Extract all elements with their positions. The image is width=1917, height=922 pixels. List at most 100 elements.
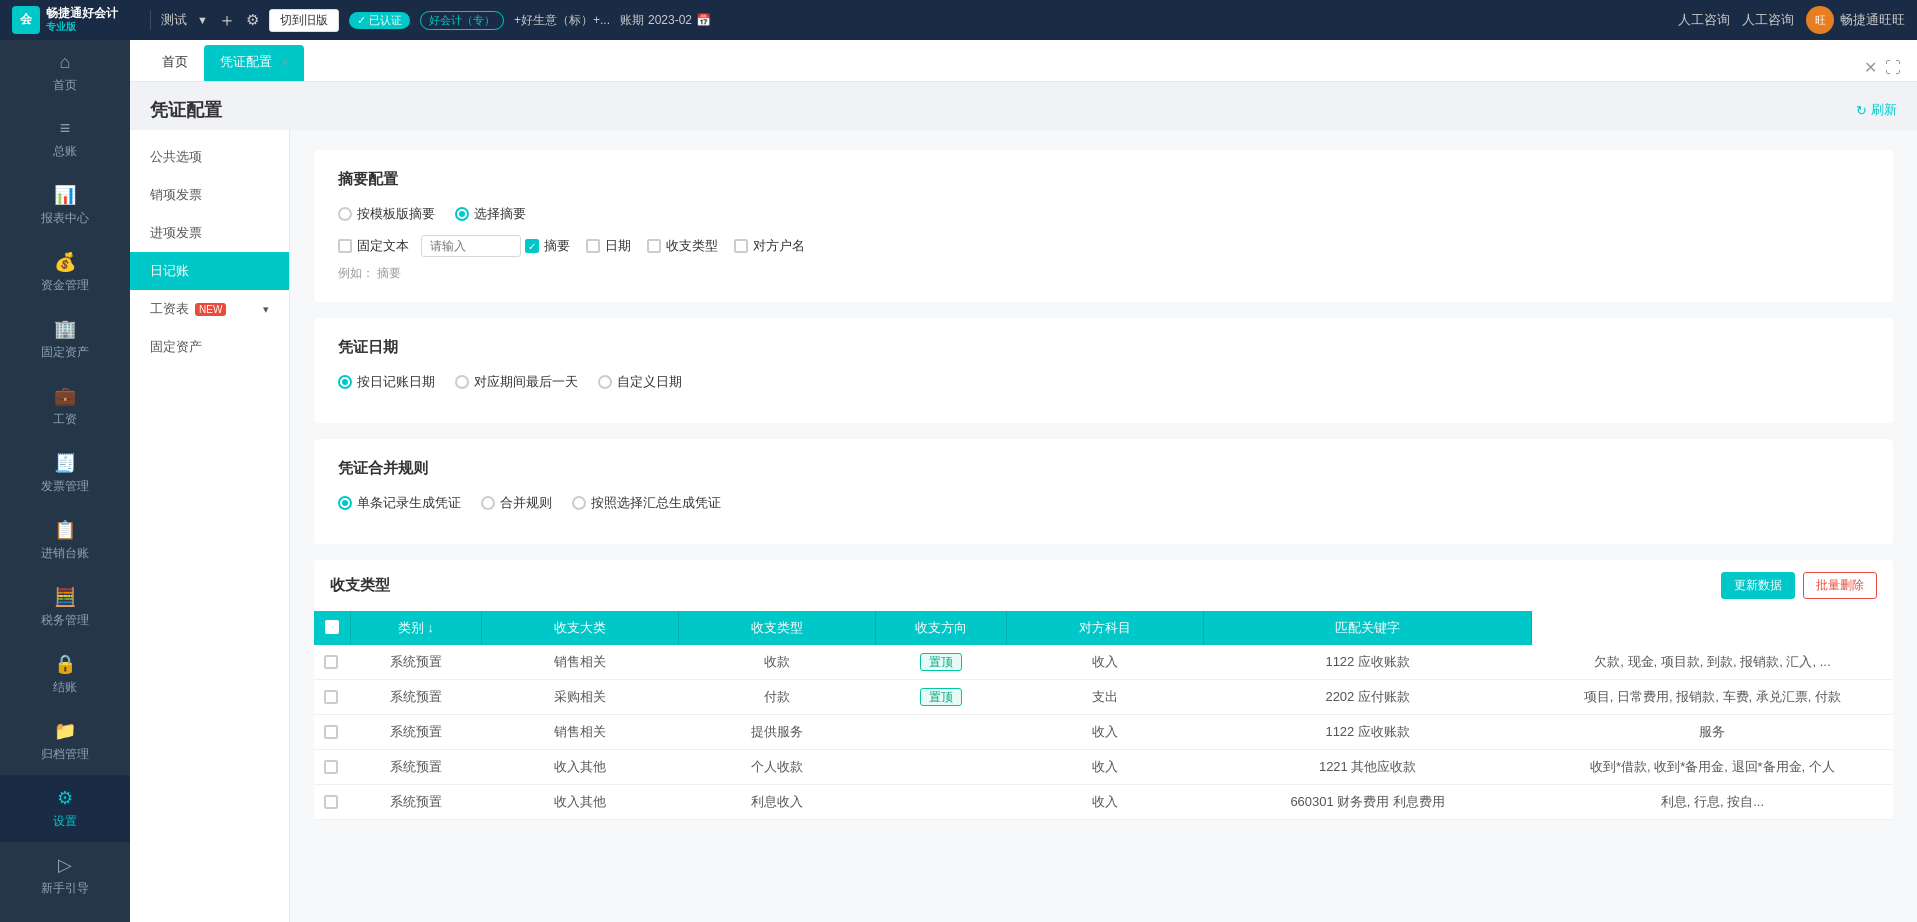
table-row: 系统预置 销售相关 提供服务 收入 1122 应收账款 服务 — [314, 715, 1893, 750]
date-radio-group: 按日记账日期 对应期间最后一天 自定义日期 — [338, 373, 1869, 391]
radio-diary-date-circle — [338, 375, 352, 389]
tax-icon: 🧮 — [54, 586, 76, 608]
checkbox-counterpart[interactable]: 对方户名 — [734, 237, 805, 255]
calendar-icon[interactable]: 📅 — [696, 13, 711, 27]
radio-custom-date[interactable]: 自定义日期 — [598, 373, 682, 391]
radio-summary-gen[interactable]: 按照选择汇总生成凭证 — [572, 494, 721, 512]
sidebar-item-invoice[interactable]: 🧾 发票管理 — [0, 440, 130, 507]
page-title: 凭证配置 — [150, 98, 222, 122]
summary-section-title: 摘要配置 — [338, 170, 1869, 189]
checkbox-pay-type-box — [647, 239, 661, 253]
sub-type-text-0: 收款 — [764, 654, 790, 669]
checkbox-date[interactable]: 日期 — [586, 237, 631, 255]
table-row: 系统预置 采购相关 付款 置顶 支出 2202 应付账款 项目, 日常费用, 报… — [314, 680, 1893, 715]
test-dropdown[interactable]: ▼ — [197, 14, 208, 26]
radio-merge-circle — [481, 496, 495, 510]
sidebar-label-guide: 新手引导 — [41, 880, 89, 897]
sidebar-item-archive[interactable]: 📁 归档管理 — [0, 708, 130, 775]
checkbox-summary[interactable]: ✓ 摘要 — [525, 237, 570, 255]
refresh-button[interactable]: ↻ 刷新 — [1856, 101, 1897, 119]
col-header-category[interactable]: 类别 ↓ — [350, 611, 481, 645]
checkbox-pay-type[interactable]: 收支类型 — [647, 237, 718, 255]
radio-summary-gen-label: 按照选择汇总生成凭证 — [591, 494, 721, 512]
checkbox-fixed-text[interactable] — [338, 239, 352, 253]
row-main-type-1: 采购相关 — [481, 680, 678, 715]
finance-icon: 💰 — [54, 251, 76, 273]
example-text: 例如： 摘要 — [338, 265, 1869, 282]
update-data-button[interactable]: 更新数据 — [1721, 572, 1795, 599]
table-select-all[interactable] — [325, 620, 339, 634]
tab-voucher-config[interactable]: 凭证配置 × — [204, 45, 304, 81]
sidebar-item-member[interactable]: ★ 畅会员 — [0, 909, 130, 922]
radio-merge[interactable]: 合并规则 — [481, 494, 552, 512]
window-maximize-icon[interactable]: ⛶ — [1885, 59, 1901, 77]
sidebar-item-guide[interactable]: ▷ 新手引导 — [0, 842, 130, 909]
table-row: 系统预置 销售相关 收款 置顶 收入 1122 应收账款 欠款, 现金, 项目款… — [314, 645, 1893, 680]
radio-period-last[interactable]: 对应期间最后一天 — [455, 373, 578, 391]
fixed-text-input[interactable] — [421, 235, 521, 257]
radio-select-label: 选择摘要 — [474, 205, 526, 223]
left-nav-fixed-assets[interactable]: 固定资产 — [130, 328, 289, 366]
left-nav-public[interactable]: 公共选项 — [130, 138, 289, 176]
radio-template[interactable]: 按模板版摘要 — [338, 205, 435, 223]
purchase-icon: 📋 — [54, 519, 76, 541]
left-nav-purchase-inv[interactable]: 进项发票 — [130, 214, 289, 252]
left-nav-diary[interactable]: 日记账 — [130, 252, 289, 290]
sidebar-item-purchase[interactable]: 📋 进销台账 — [0, 507, 130, 574]
sidebar-item-assets[interactable]: 🏢 固定资产 — [0, 306, 130, 373]
tab-home-label: 首页 — [162, 54, 188, 69]
gear-icon[interactable]: ⚙ — [246, 11, 259, 29]
row-checkbox-4[interactable] — [324, 795, 338, 809]
row-category-4: 系统预置 — [350, 785, 481, 820]
table-row: 系统预置 收入其他 个人收款 收入 1221 其他应收款 收到*借款, 收到*备… — [314, 750, 1893, 785]
left-nav-salary-sheet[interactable]: 工资表 NEW ▾ — [130, 290, 289, 328]
row-checkbox-0[interactable] — [324, 655, 338, 669]
tab-home[interactable]: 首页 — [146, 45, 204, 81]
batch-delete-button[interactable]: 批量删除 — [1803, 572, 1877, 599]
good-accounting-tag: 好会计（专） — [420, 11, 504, 30]
topbar-divider — [150, 10, 151, 30]
row-account-3: 1221 其他应收款 — [1204, 750, 1532, 785]
left-nav-sales[interactable]: 销项发票 — [130, 176, 289, 214]
customer-service-label[interactable]: 人工咨询 — [1742, 11, 1794, 29]
col-header-checkbox — [314, 611, 350, 645]
customer-service[interactable]: 人工咨询 — [1678, 11, 1730, 29]
period-display: 账期 2023-02 📅 — [620, 12, 711, 29]
window-close-icon[interactable]: ✕ — [1864, 58, 1877, 77]
new-badge: NEW — [195, 303, 226, 316]
add-button[interactable]: ＋ — [218, 8, 236, 32]
sidebar-item-salary[interactable]: 💼 工资 — [0, 373, 130, 440]
radio-select[interactable]: 选择摘要 — [455, 205, 526, 223]
sidebar-item-reports[interactable]: 📊 报表中心 — [0, 172, 130, 239]
sidebar-item-ledger[interactable]: ≡ 总账 — [0, 106, 130, 172]
sidebar-label-assets: 固定资产 — [41, 344, 89, 361]
example-value: 摘要 — [377, 266, 401, 280]
radio-single[interactable]: 单条记录生成凭证 — [338, 494, 461, 512]
switch-version-button[interactable]: 切到旧版 — [269, 9, 339, 32]
row-checkbox-3[interactable] — [324, 760, 338, 774]
sidebar-item-settings[interactable]: ⚙ 设置 — [0, 775, 130, 842]
row-keywords-3: 收到*借款, 收到*备用金, 退回*备用金, 个人 — [1532, 750, 1893, 785]
logo-sub: 专业版 — [46, 20, 118, 34]
radio-diary-date[interactable]: 按日记账日期 — [338, 373, 435, 391]
row-direction-1: 支出 — [1007, 680, 1204, 715]
tab-close-icon[interactable]: × — [282, 56, 288, 68]
main-layout: ⌂ 首页 ≡ 总账 📊 报表中心 💰 资金管理 🏢 固定资产 💼 工资 🧾 发票… — [0, 40, 1917, 922]
tag-top-1[interactable]: 置顶 — [920, 688, 962, 706]
checkbox-counterpart-box — [734, 239, 748, 253]
radio-custom-date-label: 自定义日期 — [617, 373, 682, 391]
settings-icon: ⚙ — [57, 787, 73, 809]
sidebar-item-tax[interactable]: 🧮 税务管理 — [0, 574, 130, 641]
sidebar-label-reports: 报表中心 — [41, 210, 89, 227]
sidebar-item-closing[interactable]: 🔒 结账 — [0, 641, 130, 708]
sidebar-item-home[interactable]: ⌂ 首页 — [0, 40, 130, 106]
sidebar-label-salary: 工资 — [53, 411, 77, 428]
good-business-tag: +好生意（标）+... — [514, 12, 610, 29]
row-main-type-3: 收入其他 — [481, 750, 678, 785]
tag-top-0[interactable]: 置顶 — [920, 653, 962, 671]
row-checkbox-2[interactable] — [324, 725, 338, 739]
user-area[interactable]: 旺 畅捷通旺旺 — [1806, 6, 1905, 34]
left-nav-purchase-inv-label: 进项发票 — [150, 224, 202, 242]
row-checkbox-1[interactable] — [324, 690, 338, 704]
sidebar-item-finance[interactable]: 💰 资金管理 — [0, 239, 130, 306]
